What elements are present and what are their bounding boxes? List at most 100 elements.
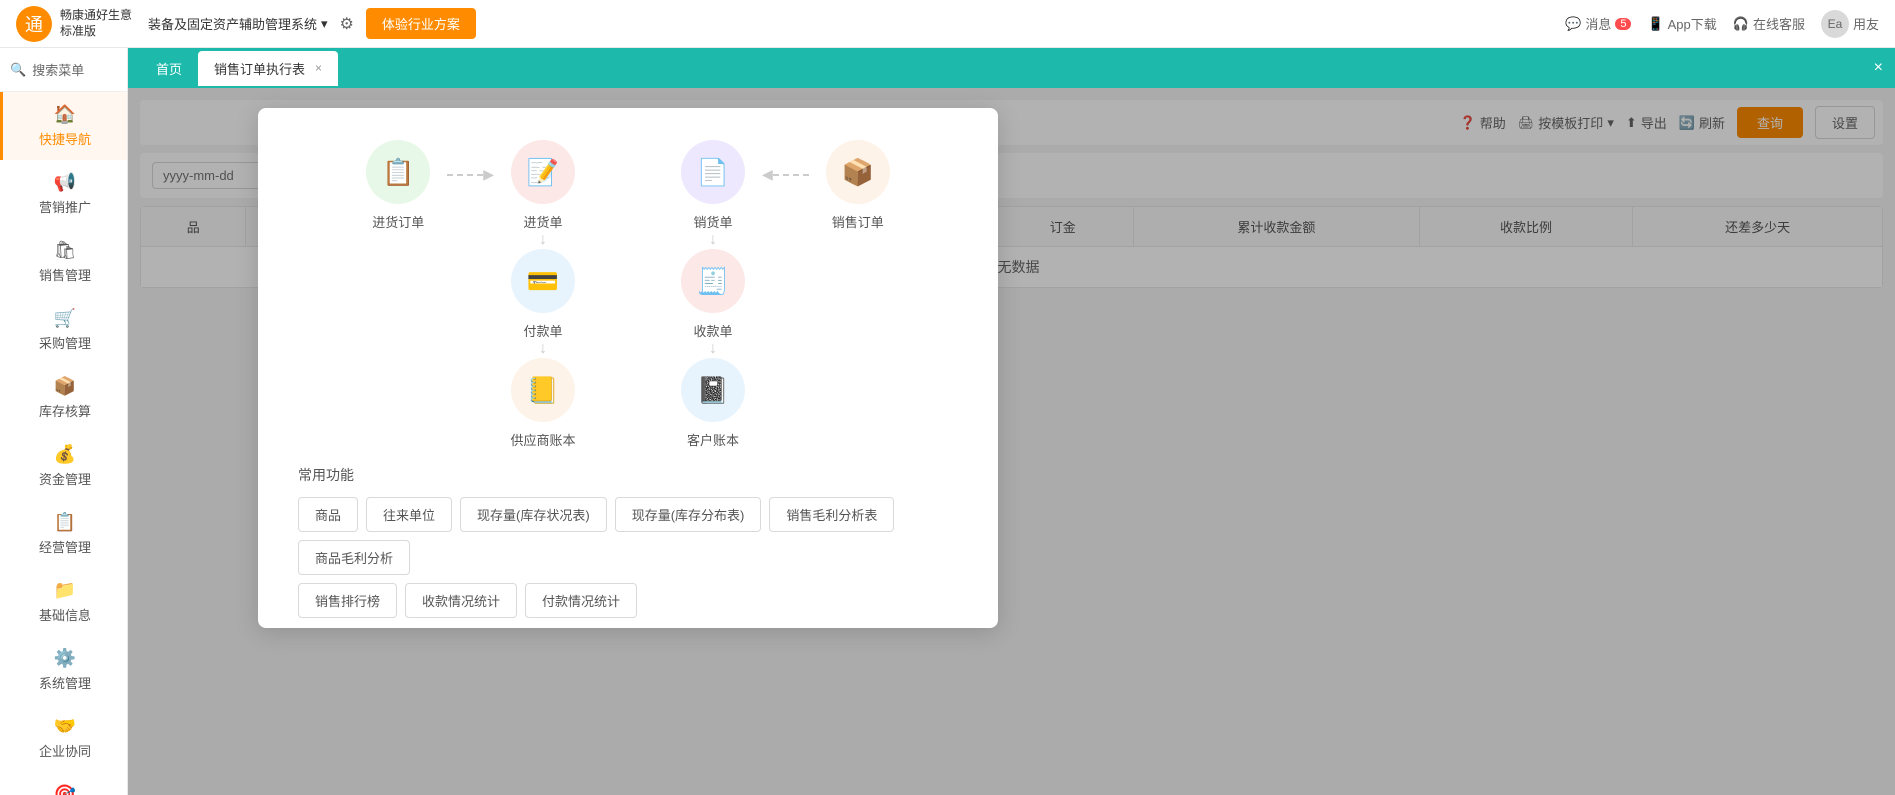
message-badge: 5	[1615, 18, 1631, 30]
sales-order-label: 销售订单	[832, 212, 884, 231]
sidebar-item-collab[interactable]: 🤝 企业协同	[0, 704, 127, 772]
function-btn[interactable]: 商品毛利分析	[298, 540, 410, 575]
page-close-btn[interactable]: ×	[1874, 59, 1883, 77]
sales-order-icon: 📦	[842, 157, 874, 188]
customer-ledger-label: 客户账本	[687, 430, 739, 449]
service-icon: 🎧	[1733, 16, 1749, 32]
search-icon: 🔍	[10, 62, 26, 78]
purchase-bill-icon: 📝	[527, 157, 559, 188]
top-bar: 通 畅康通好生意 标准版 装备及固定资产辅助管理系统 ▾ ⚙ 体验行业方案 💬 …	[0, 0, 1895, 48]
function-btn[interactable]: 现存量(库存分布表)	[615, 497, 762, 532]
function-btn[interactable]: 往来单位	[366, 497, 452, 532]
app-icon: 📱	[1647, 16, 1663, 32]
function-btn[interactable]: 付款情况统计	[525, 583, 637, 618]
dropdown-arrow-icon: ▾	[321, 16, 328, 32]
system-icon: ⚙️	[54, 648, 76, 669]
sidebar-item-label: 基础信息	[39, 605, 91, 624]
sales-bill-label: 销货单	[693, 212, 732, 231]
sidebar-item-label: 企业协同	[39, 741, 91, 760]
flow-node-purchase-bill[interactable]: 📝 进货单	[498, 140, 588, 231]
sidebar-item-label: 营销推广	[39, 197, 91, 216]
sales-icon: 🛍	[54, 240, 77, 261]
home-icon: 🏠	[54, 104, 76, 125]
function-btn[interactable]: 收款情况统计	[405, 583, 517, 618]
supplier-ledger-circle: 📒	[511, 358, 575, 422]
payment-bill-label: 付款单	[523, 321, 562, 340]
overlay[interactable]: 📋 进货订单 ▶	[128, 88, 1895, 795]
purchase-order-circle: 📋	[366, 140, 430, 204]
message-btn[interactable]: 💬 消息 5	[1565, 14, 1631, 33]
collab-icon: 🤝	[54, 716, 76, 737]
sidebar-search[interactable]: 🔍 搜索菜单	[0, 48, 127, 92]
tab-sales-order[interactable]: 销售订单执行表 ×	[198, 51, 338, 86]
tab-home[interactable]: 首页	[140, 51, 198, 86]
sidebar-item-basic[interactable]: 📁 基础信息	[0, 568, 127, 636]
supplier-ledger-icon: 📒	[527, 375, 559, 406]
payment-bill-circle: 💳	[511, 249, 575, 313]
app-download-btn[interactable]: 📱 App下载	[1647, 14, 1716, 33]
sidebar-item-quick-nav[interactable]: 🏠 快捷导航	[0, 92, 127, 160]
payment-bill-icon: 💳	[527, 266, 559, 297]
function-btn[interactable]: 商品	[298, 497, 358, 532]
common-functions: 常用功能 商品往来单位现存量(库存状况表)现存量(库存分布表)销售毛利分析表商品…	[298, 465, 958, 618]
purchase-order-icon: 📋	[382, 157, 414, 188]
flow-node-payment-bill[interactable]: 💳 付款单	[498, 249, 588, 340]
sidebar-item-label: 采购管理	[39, 333, 91, 352]
function-btn[interactable]: 销售毛利分析表	[769, 497, 894, 532]
logo-icon: 通	[16, 6, 52, 42]
logo-text: 畅康通好生意 标准版	[60, 8, 132, 39]
sidebar-item-inventory[interactable]: 📦 库存核算	[0, 364, 127, 432]
operation-icon: 📋	[54, 512, 76, 533]
receipt-bill-circle: 🧾	[681, 249, 745, 313]
purchase-bill-label: 进货单	[523, 212, 562, 231]
sidebar-item-system[interactable]: ⚙️ 系统管理	[0, 636, 127, 704]
receipt-bill-icon: 🧾	[697, 266, 729, 297]
sidebar-item-operation[interactable]: 📋 经营管理	[0, 500, 127, 568]
sales-bill-circle: 📄	[681, 140, 745, 204]
customer-ledger-circle: 📓	[681, 358, 745, 422]
newbie-icon: 🎯	[54, 784, 76, 795]
top-bar-right: 💬 消息 5 📱 App下载 🎧 在线客服 Ea 用友	[1565, 10, 1879, 38]
flow-node-sales-order[interactable]: 📦 销售订单	[813, 140, 903, 231]
user-menu[interactable]: Ea 用友	[1821, 10, 1879, 38]
flow-node-receipt-bill[interactable]: 🧾 收款单	[668, 249, 758, 340]
supplier-ledger-label: 供应商账本	[510, 430, 575, 449]
sidebar-item-purchase[interactable]: 🛒 采购管理	[0, 296, 127, 364]
sidebar-item-marketing[interactable]: 📢 营销推广	[0, 160, 127, 228]
avatar: Ea	[1821, 10, 1849, 38]
function-btn[interactable]: 现存量(库存状况表)	[460, 497, 607, 532]
receipt-bill-label: 收款单	[693, 321, 732, 340]
flow-node-supplier-ledger[interactable]: 📒 供应商账本	[498, 358, 588, 449]
func-buttons-row2: 销售排行榜收款情况统计付款情况统计	[298, 583, 958, 618]
marketing-icon: 📢	[54, 172, 76, 193]
sidebar-item-finance[interactable]: 💰 资金管理	[0, 432, 127, 500]
sidebar-item-label: 销售管理	[39, 265, 91, 284]
tab-close-btn[interactable]: ×	[315, 61, 322, 75]
sidebar: 🔍 搜索菜单 🏠 快捷导航 📢 营销推广 🛍 销售管理 🛒 采购管理 📦	[0, 48, 128, 795]
system-title-dropdown[interactable]: 装备及固定资产辅助管理系统 ▾	[148, 14, 328, 33]
sidebar-item-label: 系统管理	[39, 673, 91, 692]
sidebar-item-sales[interactable]: 🛍 销售管理	[0, 228, 127, 296]
flow-node-customer-ledger[interactable]: 📓 客户账本	[668, 358, 758, 449]
experience-btn[interactable]: 体验行业方案	[366, 8, 476, 39]
logo-area: 通 畅康通好生意 标准版	[16, 6, 136, 42]
online-service-btn[interactable]: 🎧 在线客服	[1733, 14, 1805, 33]
settings-gear-icon[interactable]: ⚙	[340, 14, 354, 34]
flow-node-purchase-order[interactable]: 📋 进货订单	[353, 140, 443, 231]
flow-node-sales-bill[interactable]: 📄 销货单	[668, 140, 758, 231]
top-bar-left: 通 畅康通好生意 标准版 装备及固定资产辅助管理系统 ▾ ⚙ 体验行业方案	[16, 6, 476, 42]
message-icon: 💬	[1565, 16, 1581, 32]
sidebar-item-label: 库存核算	[39, 401, 91, 420]
purchase-bill-circle: 📝	[511, 140, 575, 204]
sidebar-item-label: 资金管理	[39, 469, 91, 488]
sidebar-item-label: 经营管理	[39, 537, 91, 556]
sidebar-item-label: 快捷导航	[39, 129, 91, 148]
tab-bar: 首页 销售订单执行表 × ×	[128, 48, 1895, 88]
purchase-order-label: 进货订单	[372, 212, 424, 231]
finance-icon: 💰	[54, 444, 76, 465]
function-btn[interactable]: 销售排行榜	[298, 583, 397, 618]
sidebar-item-newbie[interactable]: 🎯 新手引导	[0, 772, 127, 795]
basic-icon: 📁	[54, 580, 76, 601]
page-area: 首页 销售订单执行表 × × ❓ 帮助 🖨 按	[128, 48, 1895, 795]
common-functions-title: 常用功能	[298, 465, 958, 485]
